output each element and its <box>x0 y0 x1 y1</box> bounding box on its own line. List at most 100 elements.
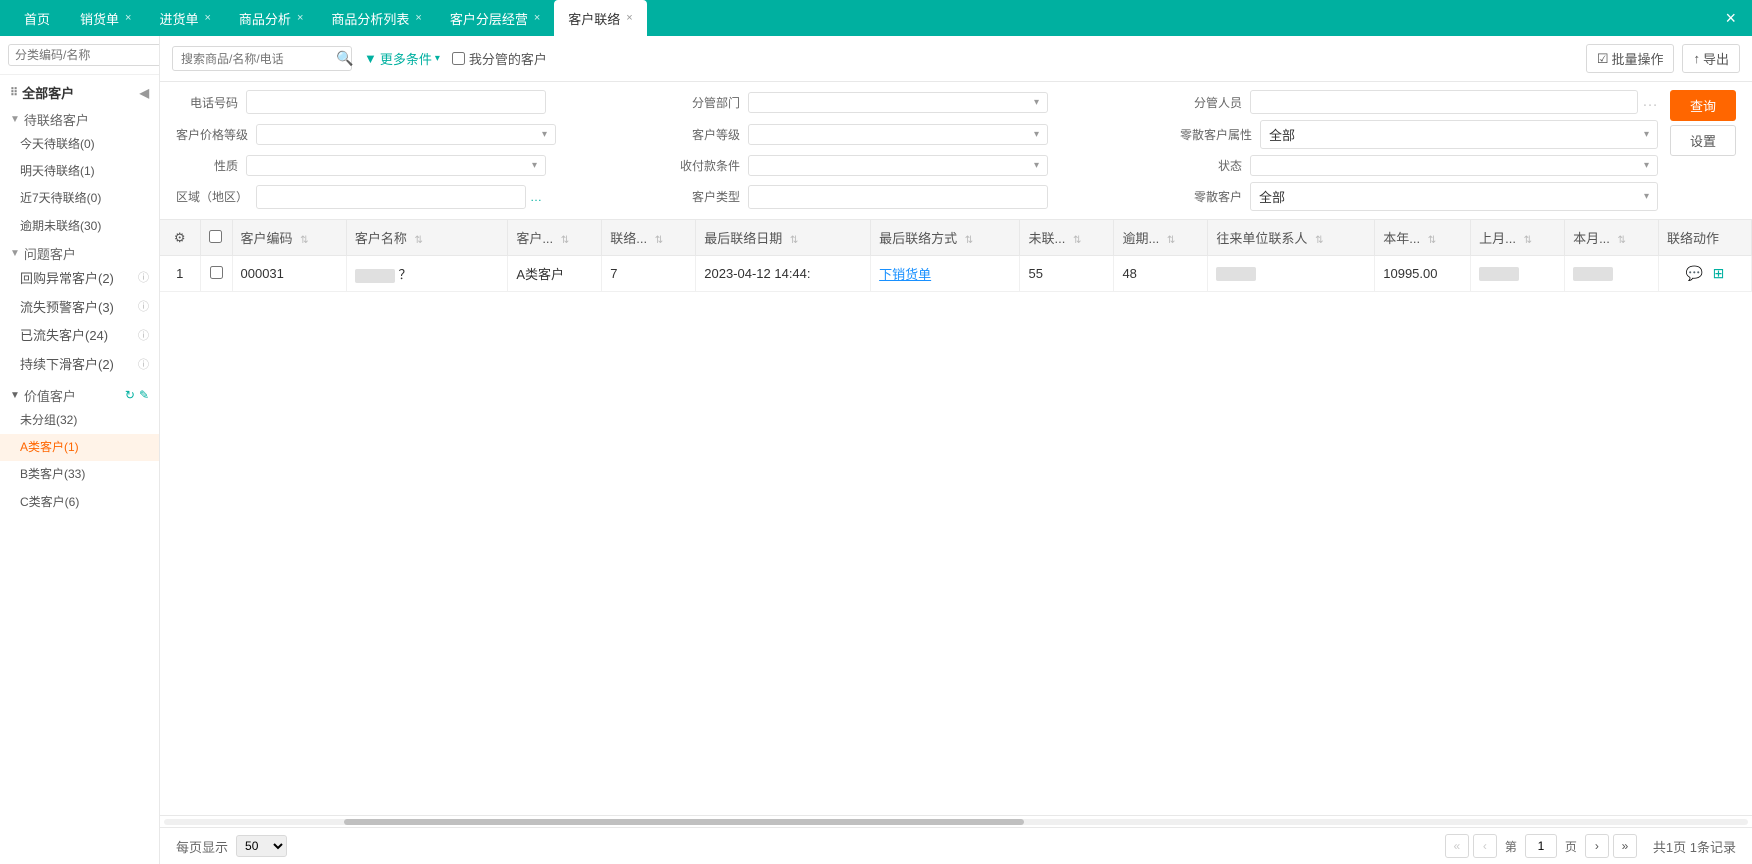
filter-search-icon[interactable]: 🔍 <box>336 50 353 67</box>
sidebar-group-value[interactable]: ▼ 价值客户 ↻ ✎ <box>0 380 159 407</box>
next-page-button[interactable]: › <box>1585 834 1609 858</box>
settings-button[interactable]: 设置 <box>1670 125 1736 156</box>
filter-pricelevel-select[interactable]: ▾ <box>256 124 556 145</box>
close-productanalysis-icon[interactable]: × <box>297 12 303 24</box>
col-lastmonth[interactable]: 上月... ⇅ <box>1471 220 1565 256</box>
my-customers-checkbox[interactable]: 我分管的客户 <box>452 49 547 68</box>
cell-liaison <box>1208 256 1375 292</box>
select-all-checkbox[interactable] <box>209 230 222 243</box>
filter-row-4: 区域（地区） … 客户类型 零散客户 <box>176 182 1658 211</box>
col-name[interactable]: 客户名称 ⇅ <box>346 220 507 256</box>
filter-phone-input[interactable] <box>246 90 546 114</box>
col-action[interactable]: 联络动作 <box>1659 220 1752 256</box>
filter-status-select[interactable]: ▾ <box>1250 155 1658 176</box>
filter-dept-select[interactable]: ▾ <box>748 92 1048 113</box>
main-layout: 🔍 ⠿ 全部客户 ◀ ▼ 待联络客户 今天待联络(0) 明天待联络(1) 近7天… <box>0 36 1752 864</box>
page-size-label: 每页显示 <box>176 837 228 856</box>
query-button[interactable]: 查询 <box>1670 90 1736 121</box>
sidebar-item-week[interactable]: 近7天待联络(0) <box>0 185 159 212</box>
nav-tab-productanalysis[interactable]: 商品分析 × <box>225 0 317 36</box>
sidebar-item-c-class[interactable]: C类客户(6) <box>0 489 159 516</box>
filter-pricelevel-label: 客户价格等级 <box>176 126 256 143</box>
refresh-icon[interactable]: ↻ <box>125 388 135 402</box>
filter-zerocustomer-select[interactable]: 全部 ▾ <box>1250 182 1658 211</box>
export-button[interactable]: ↑ 导出 <box>1682 44 1740 73</box>
all-customers-section[interactable]: ⠿ 全部客户 ◀ <box>0 75 159 106</box>
col-thisyear[interactable]: 本年... ⇅ <box>1375 220 1471 256</box>
nav-tab-customersegment[interactable]: 客户分层经营 × <box>436 0 554 36</box>
sidebar-item-b-class[interactable]: B类客户(33) <box>0 461 159 488</box>
filter-nature-select[interactable]: ▾ <box>246 155 546 176</box>
sidebar-group-pending[interactable]: ▼ 待联络客户 <box>0 106 159 131</box>
filter-person-input[interactable] <box>1250 90 1638 114</box>
last-page-button[interactable]: » <box>1613 834 1637 858</box>
col-code[interactable]: 客户编码 ⇅ <box>232 220 346 256</box>
row-checkbox[interactable] <box>210 266 223 279</box>
col-thismonth[interactable]: 本月... ⇅ <box>1565 220 1659 256</box>
batch-op-button[interactable]: ☑ 批量操作 <box>1586 44 1675 73</box>
more-filters-button[interactable]: ▼ 更多条件 ▾ <box>364 49 440 68</box>
col-contact[interactable]: 联络... ⇅ <box>602 220 696 256</box>
sidebar-item-declining[interactable]: 持续下滑客户(2) ⓘ <box>0 351 159 380</box>
sidebar-item-churn-warning[interactable]: 流失预警客户(3) ⓘ <box>0 294 159 323</box>
cell-action[interactable]: 💬 ⊞ <box>1659 256 1752 292</box>
close-customersegment-icon[interactable]: × <box>534 12 540 24</box>
table-row: 1 000031 ？ A类客户 7 2023-04-12 14:44: <box>160 256 1752 292</box>
filter-zeroattr-select[interactable]: 全部 ▾ <box>1260 120 1658 149</box>
filter-status-label: 状态 <box>1180 157 1250 174</box>
edit-group-icon[interactable]: ✎ <box>139 388 149 402</box>
first-page-button[interactable]: « <box>1445 834 1469 858</box>
filter-payment-select[interactable]: ▾ <box>748 155 1048 176</box>
action-chat-icon[interactable]: 💬 <box>1686 265 1703 281</box>
sidebar-group-problem[interactable]: ▼ 问题客户 <box>0 240 159 265</box>
filter-type-input[interactable] <box>748 185 1048 209</box>
sidebar-item-repurchase-abnormal[interactable]: 回购异常客户(2) ⓘ <box>0 265 159 294</box>
close-productanalysislist-icon[interactable]: × <box>415 12 421 24</box>
col-settings[interactable]: ⚙ <box>160 220 200 256</box>
filter-level-select[interactable]: ▾ <box>748 124 1048 145</box>
scrollbar-thumb[interactable] <box>344 819 1024 825</box>
close-purchaseorder-icon[interactable]: × <box>204 12 210 24</box>
my-customers-check-input[interactable] <box>452 52 465 65</box>
filter-type-field: 客户类型 <box>678 185 1156 209</box>
scrollbar-track[interactable] <box>164 819 1748 825</box>
col-lastdate[interactable]: 最后联络日期 ⇅ <box>696 220 871 256</box>
cell-index: 1 <box>160 256 200 292</box>
col-lastmethod[interactable]: 最后联络方式 ⇅ <box>871 220 1020 256</box>
nav-tab-customercontact[interactable]: 客户联络 × <box>554 0 646 36</box>
prev-page-button[interactable]: ‹ <box>1473 834 1497 858</box>
sidebar-search-input[interactable] <box>8 44 160 66</box>
horizontal-scrollbar[interactable] <box>160 815 1752 827</box>
col-check <box>200 220 232 256</box>
sidebar-item-a-class[interactable]: A类客户(1) <box>0 434 159 461</box>
nav-home[interactable]: 首页 <box>8 9 66 28</box>
page-size-select[interactable]: 10 20 50 100 <box>236 835 287 857</box>
lastmethod-link[interactable]: 下销货单 <box>879 267 931 282</box>
col-type[interactable]: 客户... ⇅ <box>508 220 602 256</box>
nav-tab-salesorder[interactable]: 销货单 × <box>66 0 145 36</box>
page-total: 共1页 1条记录 <box>1653 837 1736 856</box>
col-overdue[interactable]: 逾期... ⇅ <box>1114 220 1208 256</box>
close-all-tabs-button[interactable]: × <box>1717 8 1744 29</box>
cell-check[interactable] <box>200 256 232 292</box>
current-page-input[interactable] <box>1525 834 1557 858</box>
col-liaison[interactable]: 往来单位联系人 ⇅ <box>1208 220 1375 256</box>
nav-tab-productanalysislist[interactable]: 商品分析列表 × <box>317 0 435 36</box>
person-more-icon[interactable]: … <box>1642 93 1658 111</box>
close-customercontact-icon[interactable]: × <box>626 12 632 24</box>
action-qr-icon[interactable]: ⊞ <box>1713 265 1725 281</box>
pricelevel-dropdown-icon: ▾ <box>542 129 547 140</box>
sidebar-item-churned[interactable]: 已流失客户(24) ⓘ <box>0 322 159 351</box>
sidebar-item-tomorrow[interactable]: 明天待联络(1) <box>0 158 159 185</box>
sidebar-item-ungroup[interactable]: 未分组(32) <box>0 407 159 434</box>
close-salesorder-icon[interactable]: × <box>125 12 131 24</box>
sidebar-item-overdue[interactable]: 逾期未联络(30) <box>0 213 159 240</box>
sidebar-collapse-icon[interactable]: ◀ <box>140 86 149 100</box>
filter-search-input[interactable] <box>181 52 336 66</box>
cell-lastmethod[interactable]: 下销货单 <box>871 256 1020 292</box>
filter-area-input[interactable] <box>256 185 526 209</box>
col-notcontact[interactable]: 未联... ⇅ <box>1020 220 1114 256</box>
area-dotdot-icon[interactable]: … <box>526 190 546 204</box>
nav-tab-purchaseorder[interactable]: 进货单 × <box>145 0 224 36</box>
sidebar-item-today[interactable]: 今天待联络(0) <box>0 131 159 158</box>
